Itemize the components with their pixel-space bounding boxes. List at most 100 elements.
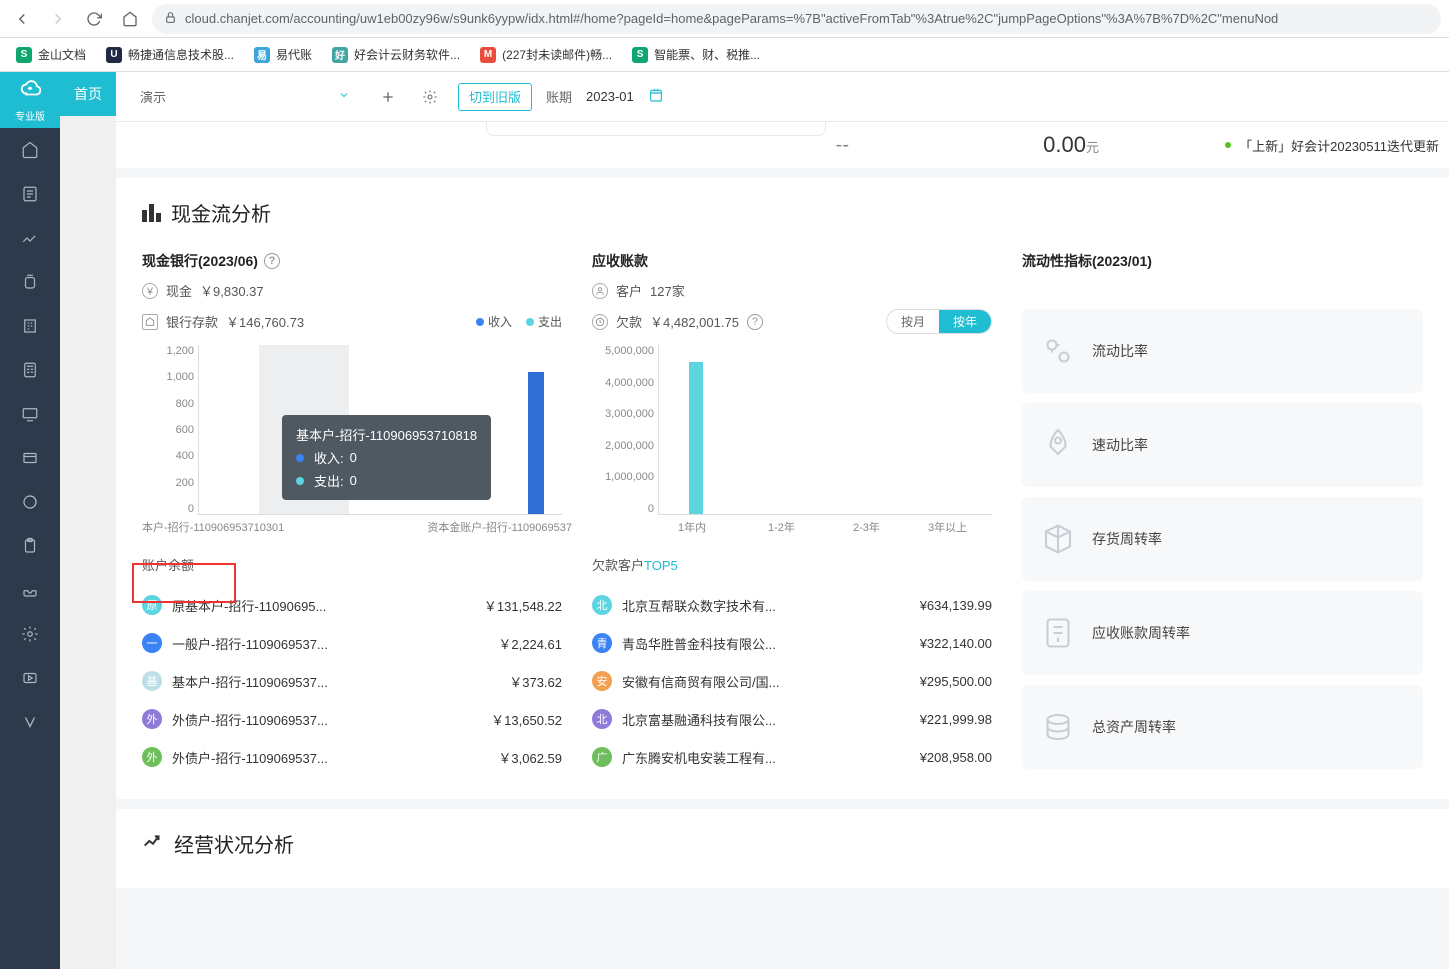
rail-cube-icon[interactable] [0,436,60,480]
rail-video-icon[interactable] [0,656,60,700]
metric-card-asset-turnover[interactable]: 总资产周转率 [1022,685,1423,769]
list-item[interactable]: 青青岛华胜普金科技有限公...¥322,140.00 [592,624,992,662]
list-item[interactable]: 安安徽有信商贸有限公司/国...¥295,500.00 [592,662,992,700]
metric-card-current-ratio[interactable]: 流动比率 [1022,309,1423,393]
badge-icon: 基 [142,671,162,691]
help-icon[interactable]: ? [747,314,763,330]
bookmark-item[interactable]: S金山文档 [8,42,94,67]
receipt-icon [1040,615,1076,651]
rail-logo[interactable]: 专业版 [0,72,60,128]
list-item[interactable]: 北北京互帮联众数字技术有...¥634,139.99 [592,586,992,624]
bookmarks-bar: S金山文档 U畅捷通信息技术股... 易易代账 好好会计云财务软件... M(2… [0,38,1449,72]
rail-inbox-icon[interactable] [0,568,60,612]
nav-home-button[interactable] [116,5,144,33]
chart-tooltip: 基本户-招行-110906953710818 收入: 0 支出: 0 [282,415,491,500]
business-panel: 经营状况分析 [116,809,1449,888]
toggle-month[interactable]: 按月 [887,310,939,333]
help-icon[interactable]: ? [264,253,280,269]
cash-bank-title: 现金银行(2023/06) ? [142,251,562,271]
rail-v-icon[interactable] [0,700,60,744]
tab-home[interactable]: 首页 [60,72,116,116]
add-button[interactable] [374,83,402,111]
toggle-year[interactable]: 按年 [939,310,991,333]
clock-icon [592,314,608,330]
nav-forward-button[interactable] [44,5,72,33]
receivable-title: 应收账款 [592,251,992,271]
bookmark-item[interactable]: 好好会计云财务软件... [324,42,468,67]
nav-reload-button[interactable] [80,5,108,33]
liquidity-title: 流动性指标(2023/01) [1022,251,1423,271]
overflow-strip: -- 0.00元 「上新」好会计20230511迭代更新 [116,122,1449,168]
list-item[interactable]: 广广东腾安机电安装工程有...¥208,958.00 [592,738,992,776]
org-selector[interactable]: 演示 [130,81,360,113]
rail-doc-icon[interactable] [0,172,60,216]
strip-amount: 0.00元 [1043,132,1099,158]
main-area: 演示 切到旧版 账期 2023-01 -- 0.00元 「上新」好会计20230… [116,72,1449,969]
gear-button[interactable] [416,83,444,111]
metric-card-ar-turnover[interactable]: 应收账款周转率 [1022,591,1423,675]
strip-dashes: -- [836,134,849,157]
cash-bank-section: 现金银行(2023/06) ? ￥ 现金 ￥9,830.37 [142,251,562,779]
metric-card-quick-ratio[interactable]: 速动比率 [1022,403,1423,487]
badge-icon: 青 [592,633,612,653]
liquidity-section: 流动性指标(2023/01) 流动比率 速动比率 存货周转率 [1022,251,1423,779]
customers-line: 客户 127家 [592,281,992,300]
deposit-line: 银行存款 ￥146,760.73 [142,312,304,331]
chart-legend: 收入 支出 [476,313,562,330]
panel-title: 经营状况分析 [142,829,1423,858]
url-bar[interactable]: cloud.chanjet.com/accounting/uw1eb00zy96… [152,4,1441,34]
list-item[interactable]: 基基本户-招行-1109069537...￥373.62 [142,662,562,700]
x-axis: 本户-招行-110906953710301 资本金账户-招行-110906953… [198,517,562,535]
bar-income[interactable] [528,372,544,514]
annotation-box [132,563,236,603]
list-item[interactable]: 外外债户-招行-1109069537...￥13,650.52 [142,700,562,738]
browser-toolbar: cloud.chanjet.com/accounting/uw1eb00zy96… [0,0,1449,38]
plot-area [658,345,992,515]
topbar: 演示 切到旧版 账期 2023-01 [116,72,1449,122]
badge-icon: 一 [142,633,162,653]
rail-palette-icon[interactable] [0,480,60,524]
strip-input-remnant [486,122,826,136]
list-item[interactable]: 一一般户-招行-1109069537...￥2,224.61 [142,624,562,662]
yen-icon: ￥ [142,283,158,299]
cloud-upload-icon [19,78,41,106]
rail-gear-icon[interactable] [0,612,60,656]
bookmark-item[interactable]: M(227封未读邮件)畅... [472,42,620,67]
bank-icon [142,314,158,330]
switch-oldver-button[interactable]: 切到旧版 [458,83,532,111]
receivable-section: 应收账款 客户 127家 欠款 ￥4,482,001.75 ? [592,251,992,779]
aging-bar-chart[interactable]: 5,000,0004,000,0003,000,0002,000,0001,00… [592,345,992,535]
rail-clipboard-icon[interactable] [0,524,60,568]
rail-screen-icon[interactable] [0,392,60,436]
period-label: 账期 [546,87,572,106]
rail-home-icon[interactable] [0,128,60,172]
bank-bar-chart[interactable]: 1,2001,0008006004002000 本户-招行-1109069537… [142,345,562,535]
period-value: 2023-01 [586,89,634,104]
content-scroll[interactable]: -- 0.00元 「上新」好会计20230511迭代更新 现金流分析 现金银行( [116,122,1449,969]
rail-building-icon[interactable] [0,304,60,348]
trend-icon [142,830,164,858]
bookmark-item[interactable]: 易易代账 [246,42,320,67]
rail-chart-icon[interactable] [0,216,60,260]
period-toggle: 按月 按年 [886,309,992,334]
bookmark-item[interactable]: U畅捷通信息技术股... [98,42,242,67]
badge-icon: 外 [142,747,162,767]
list-item[interactable]: 外外债户-招行-1109069537...￥3,062.59 [142,738,562,776]
bookmark-item[interactable]: S智能票、财、税推... [624,42,768,67]
user-icon [592,283,608,299]
y-axis: 5,000,0004,000,0003,000,0002,000,0001,00… [592,345,654,515]
badge-icon: 外 [142,709,162,729]
lock-icon [164,11,177,27]
rail-calc-icon[interactable] [0,348,60,392]
cashflow-panel: 现金流分析 现金银行(2023/06) ? ￥ 现金 ￥9,830.37 [116,178,1449,799]
app-root: 专业版 首页 演示 切到旧版 账期 2 [0,72,1449,969]
nav-back-button[interactable] [8,5,36,33]
news-ticker[interactable]: 「上新」好会计20230511迭代更新 [1225,136,1449,155]
list-item[interactable]: 北北京富基融通科技有限公...¥221,999.98 [592,700,992,738]
owed-line: 欠款 ￥4,482,001.75 ? [592,312,763,331]
bar-aging-1y[interactable] [689,362,703,514]
rail-jar-icon[interactable] [0,260,60,304]
metric-card-inventory-turnover[interactable]: 存货周转率 [1022,497,1423,581]
calendar-icon[interactable] [648,87,664,106]
cash-line: ￥ 现金 ￥9,830.37 [142,281,562,300]
